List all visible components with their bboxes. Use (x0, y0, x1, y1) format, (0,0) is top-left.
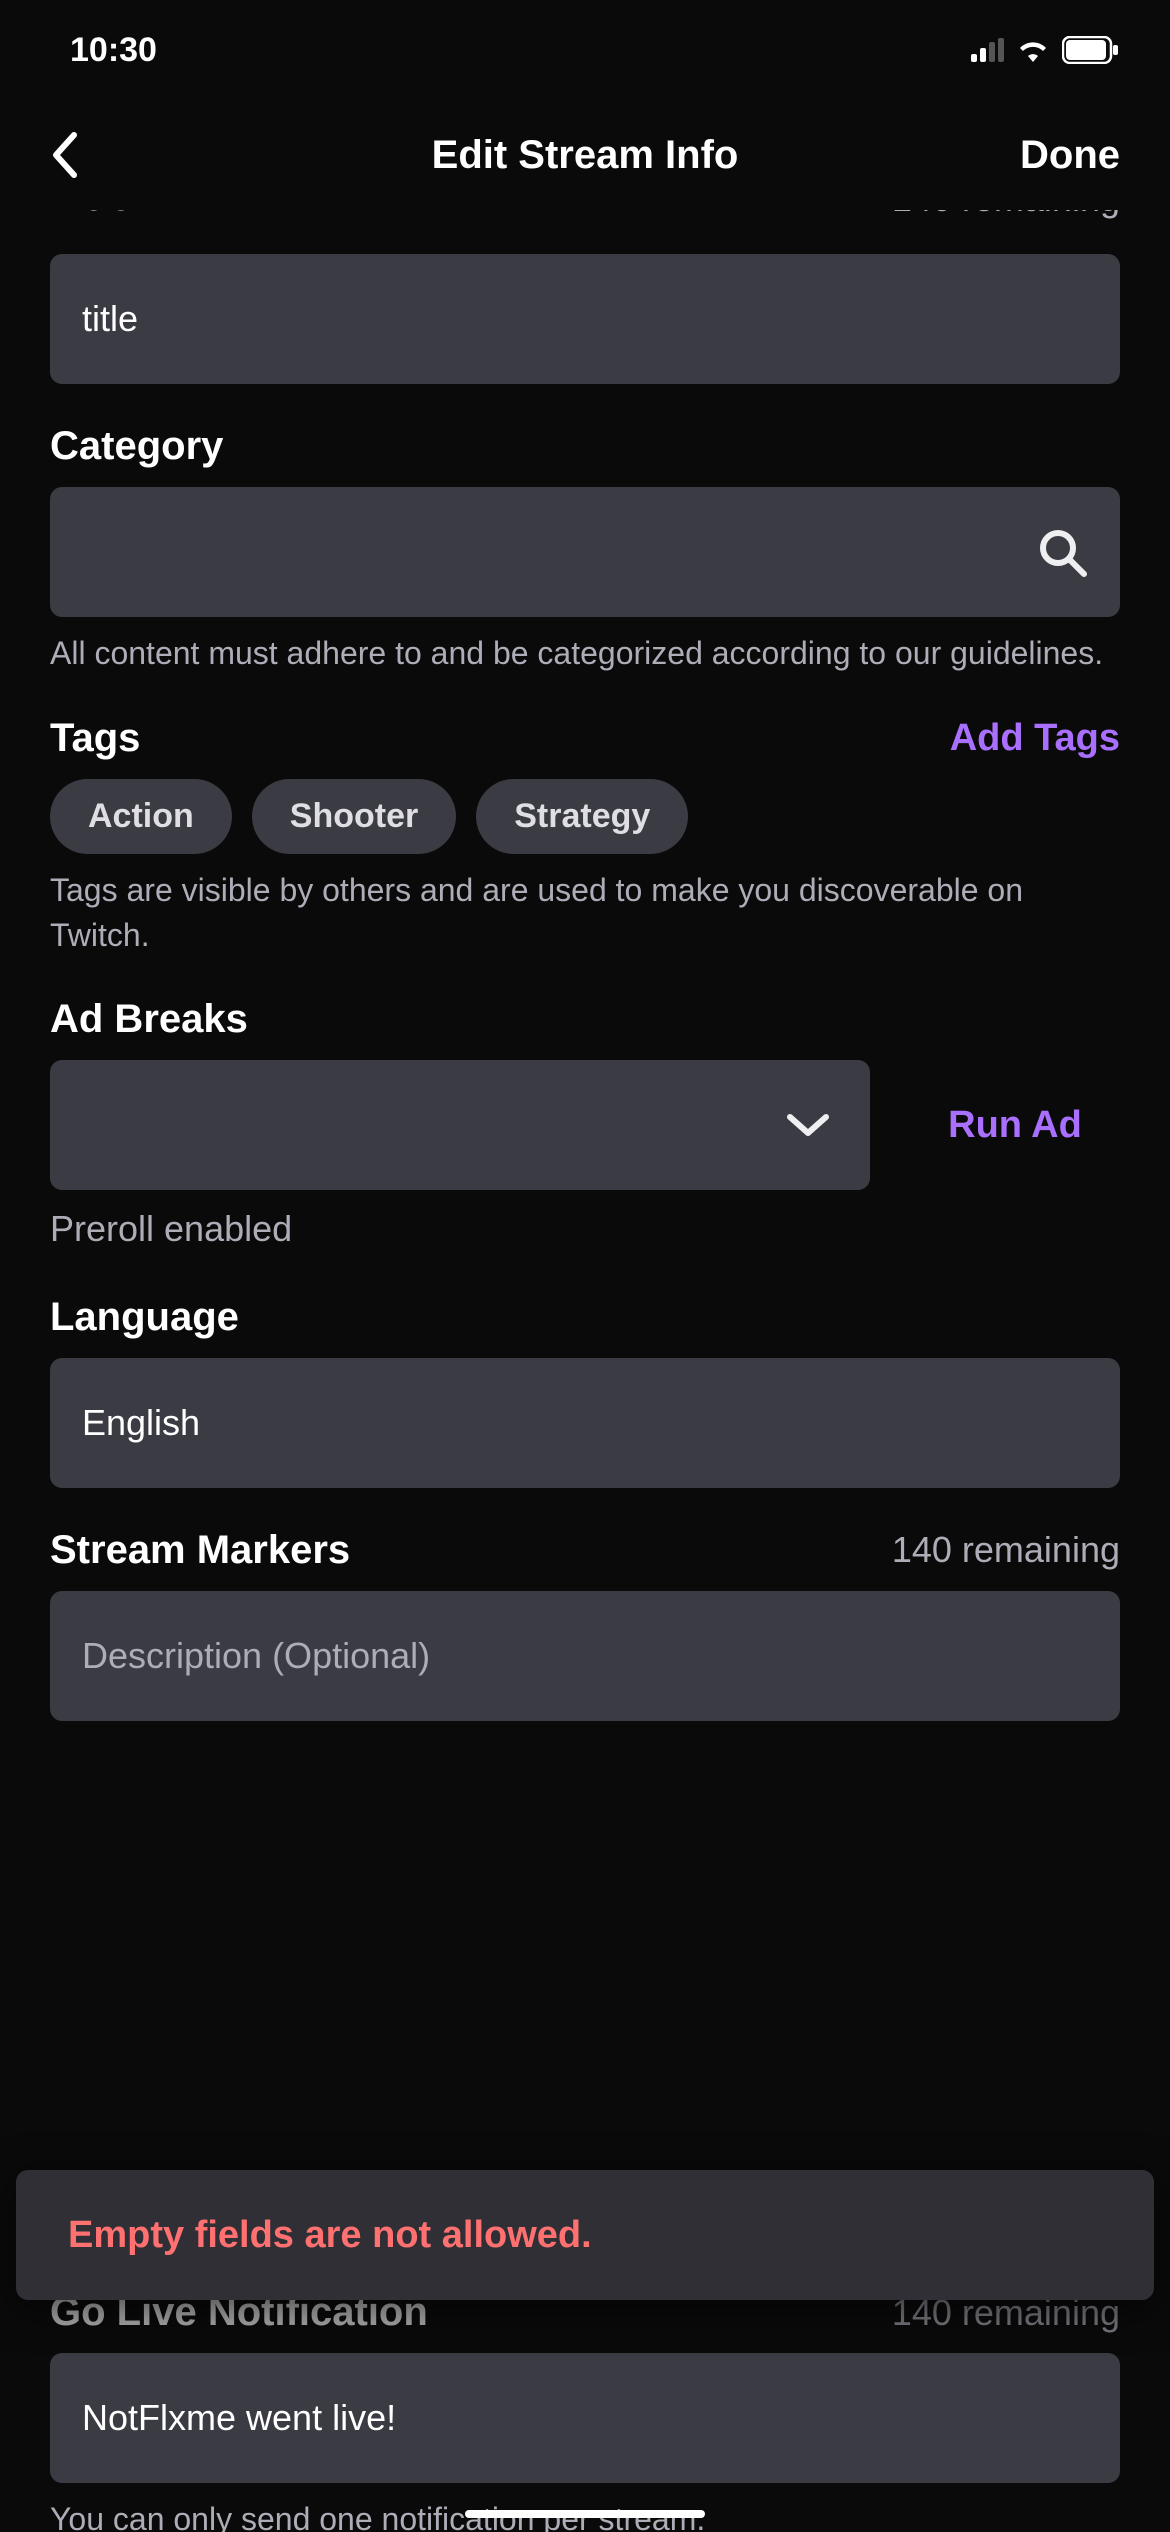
language-section: Language English (50, 1295, 1120, 1488)
language-select[interactable]: English (50, 1358, 1120, 1488)
language-label: Language (50, 1295, 239, 1340)
tag-action[interactable]: Action (50, 779, 232, 854)
search-icon (1036, 526, 1088, 578)
adbreaks-helper: Preroll enabled (50, 1204, 1120, 1254)
run-ad-button[interactable]: Run Ad (910, 1104, 1120, 1147)
error-toast: Empty fields are not allowed. (16, 2170, 1154, 2300)
markers-placeholder: Description (Optional) (82, 1635, 430, 1677)
markers-section: Stream Markers 140 remaining Description… (50, 1528, 1120, 1721)
category-label: Category (50, 424, 223, 469)
adbreak-duration-select[interactable] (50, 1060, 870, 1190)
add-tags-button[interactable]: Add Tags (950, 717, 1120, 760)
golive-input[interactable]: NotFlxme went live! (50, 2353, 1120, 2483)
wifi-icon (1016, 37, 1050, 63)
markers-counter: 140 remaining (892, 1529, 1120, 1571)
golive-section: Go Live Notification 140 remaining NotFl… (50, 2290, 1120, 2532)
tags-helper: Tags are visible by others and are used … (50, 868, 1120, 958)
home-indicator[interactable] (465, 2510, 705, 2518)
adbreaks-label: Ad Breaks (50, 997, 248, 1042)
markers-label: Stream Markers (50, 1528, 350, 1573)
title-label: Title (50, 210, 132, 220)
adbreaks-section: Ad Breaks Run Ad Preroll enabled (50, 997, 1120, 1254)
page-title: Edit Stream Info (432, 133, 739, 178)
chevron-down-icon (786, 1111, 830, 1139)
back-button[interactable] (50, 125, 110, 185)
title-input[interactable]: title (50, 254, 1120, 384)
battery-icon (1062, 36, 1120, 64)
done-button[interactable]: Done (1020, 133, 1120, 178)
cellular-icon (971, 38, 1004, 62)
tag-strategy[interactable]: Strategy (476, 779, 688, 854)
tags-label: Tags (50, 716, 140, 761)
content: Title 140 remaining title Category All c… (0, 210, 1170, 1721)
error-toast-message: Empty fields are not allowed. (68, 2214, 592, 2257)
markers-input[interactable]: Description (Optional) (50, 1591, 1120, 1721)
status-bar: 10:30 (0, 0, 1170, 100)
golive-value: NotFlxme went live! (82, 2397, 396, 2439)
tags-row: Action Shooter Strategy (50, 779, 1120, 854)
category-search-input[interactable] (50, 487, 1120, 617)
status-icons (971, 36, 1120, 64)
tags-section: Tags Add Tags Action Shooter Strategy Ta… (50, 716, 1120, 958)
nav-bar: Edit Stream Info Done (0, 100, 1170, 210)
chevron-left-icon (50, 132, 78, 178)
title-counter: 140 remaining (892, 210, 1120, 220)
title-input-value: title (82, 298, 138, 340)
tag-shooter[interactable]: Shooter (252, 779, 456, 854)
category-section: Category All content must adhere to and … (50, 424, 1120, 676)
title-header-row: Title 140 remaining (50, 210, 1120, 240)
category-helper: All content must adhere to and be catego… (50, 631, 1120, 676)
status-time: 10:30 (70, 31, 157, 70)
language-value: English (82, 1402, 200, 1444)
